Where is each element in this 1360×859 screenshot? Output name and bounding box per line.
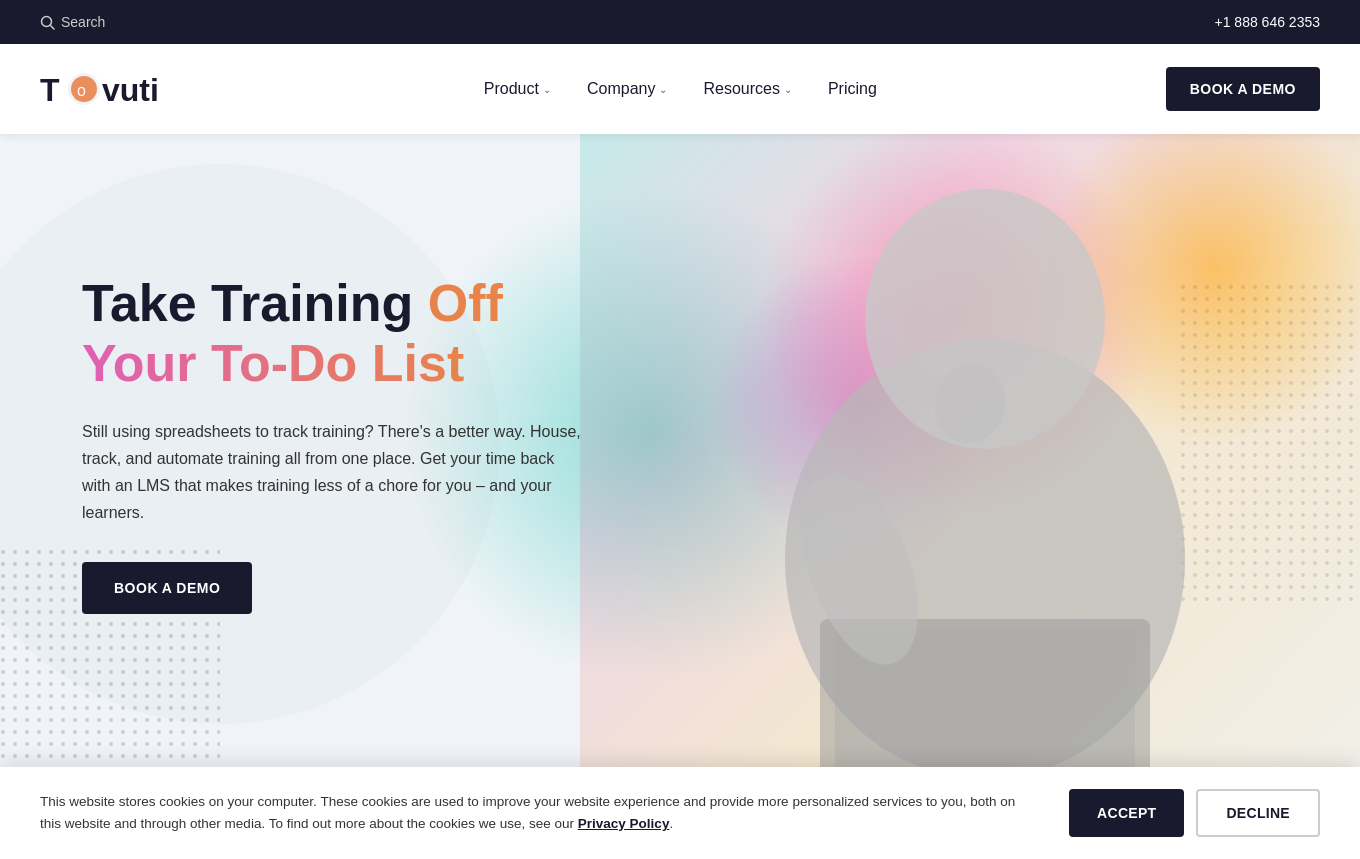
hero-person-image [660, 139, 1310, 779]
nav-product[interactable]: Product ⌄ [484, 80, 551, 98]
svg-text:T: T [40, 72, 60, 108]
chevron-down-icon: ⌄ [543, 84, 551, 95]
nav-resources[interactable]: Resources ⌄ [703, 80, 791, 98]
svg-text:o: o [77, 82, 86, 99]
logo-svg: T o vuti [40, 67, 195, 111]
hero-content: Take Training Off Your To-Do List Still … [82, 274, 582, 614]
hero-section: Take Training Off Your To-Do List Still … [0, 134, 1360, 779]
cookie-accept-button[interactable]: ACCEPT [1069, 789, 1184, 837]
nav-links: Product ⌄ Company ⌄ Resources ⌄ Pricing [484, 80, 877, 98]
search-trigger[interactable]: Search [40, 14, 105, 30]
nav-book-demo-button[interactable]: BOOK A DEMO [1166, 67, 1320, 111]
nav-pricing[interactable]: Pricing [828, 80, 877, 98]
cookie-text: This website stores cookies on your comp… [40, 791, 1029, 834]
search-icon [40, 15, 55, 30]
chevron-down-icon: ⌄ [659, 84, 667, 95]
svg-line-1 [51, 25, 55, 29]
svg-text:vuti: vuti [102, 72, 159, 108]
cookie-banner: This website stores cookies on your comp… [0, 767, 1360, 859]
hero-image-bg [580, 134, 1360, 779]
phone-number: +1 888 646 2353 [1215, 14, 1321, 30]
search-label: Search [61, 14, 105, 30]
chevron-down-icon: ⌄ [784, 84, 792, 95]
hero-subtitle: Still using spreadsheets to track traini… [82, 418, 582, 527]
privacy-policy-link[interactable]: Privacy Policy [578, 816, 670, 831]
cookie-actions: ACCEPT DECLINE [1069, 789, 1320, 837]
hero-title: Take Training Off Your To-Do List [82, 274, 582, 394]
cookie-decline-button[interactable]: DECLINE [1196, 789, 1320, 837]
hero-book-demo-button[interactable]: BOOK A DEMO [82, 562, 252, 614]
top-bar: Search +1 888 646 2353 [0, 0, 1360, 44]
logo[interactable]: T o vuti [40, 67, 195, 111]
hero-photo-area [580, 134, 1360, 779]
nav-company[interactable]: Company ⌄ [587, 80, 667, 98]
main-nav: T o vuti Product ⌄ Company ⌄ Resources ⌄… [0, 44, 1360, 134]
